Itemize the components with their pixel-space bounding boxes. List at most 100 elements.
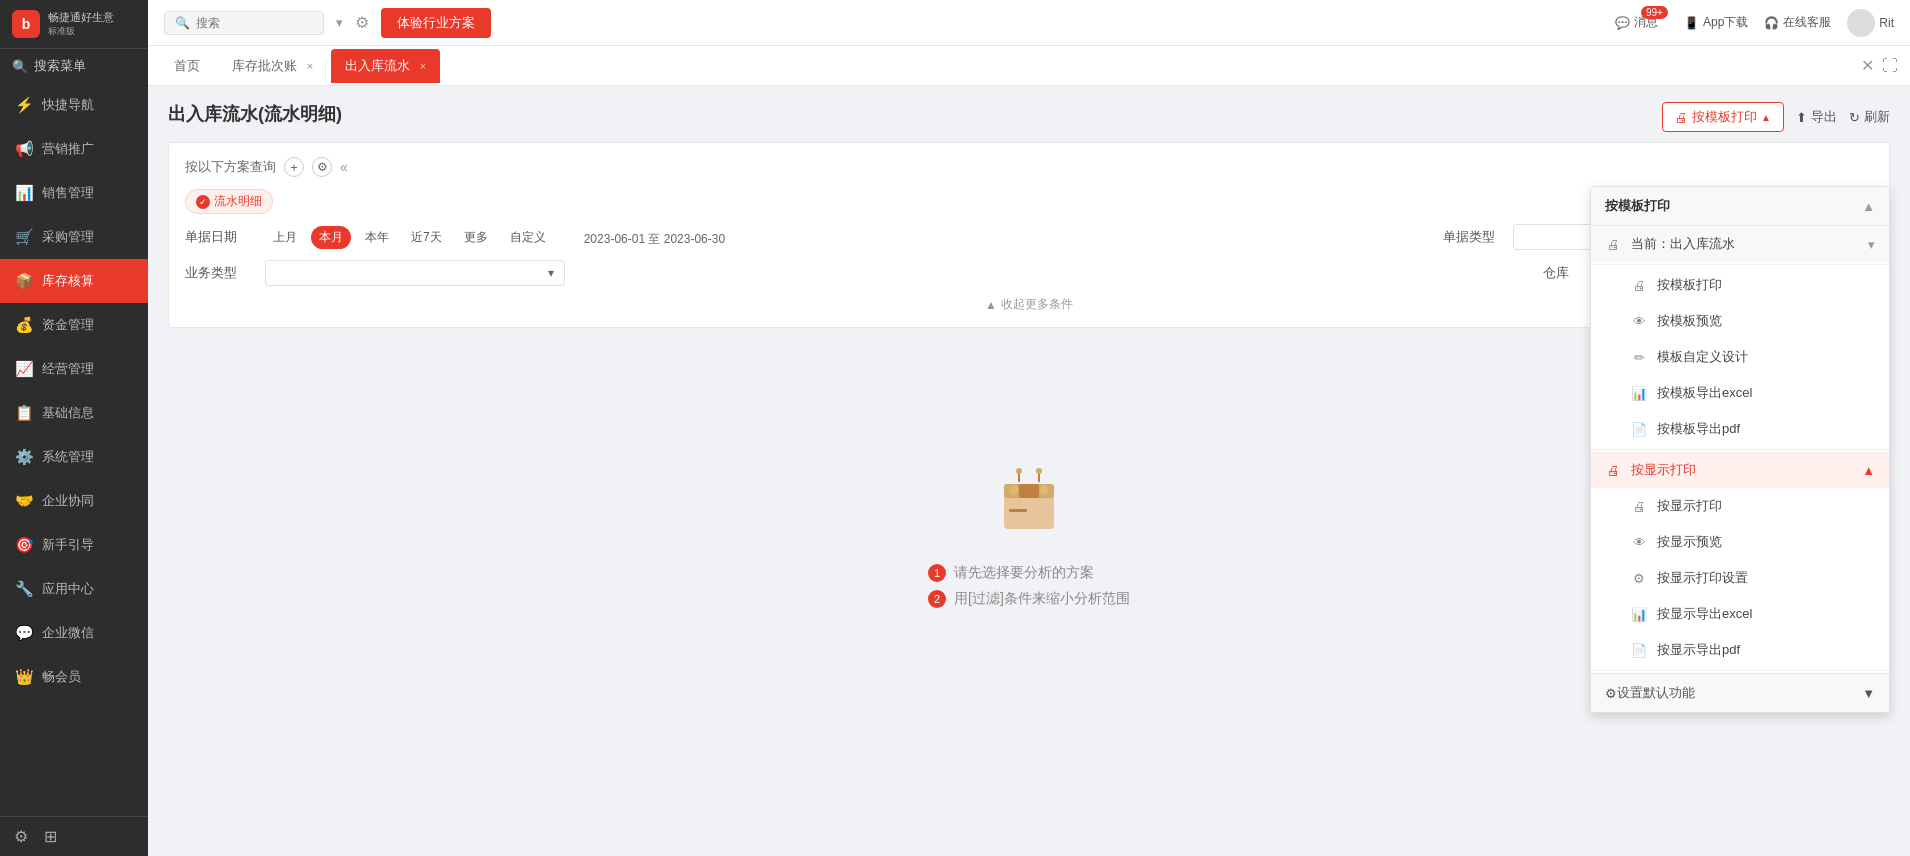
template-preview-icon: 👁 [1631, 313, 1647, 329]
collapse-icon: ▲ [985, 298, 997, 312]
topbar-search-icon: 🔍 [175, 16, 190, 30]
dropdown-item-display-export-excel[interactable]: 📊 按显示导出excel [1591, 596, 1889, 632]
topbar-search-box[interactable]: 🔍 [164, 11, 324, 35]
user-profile-btn[interactable]: Rit [1847, 9, 1894, 37]
dropdown-item-template-print[interactable]: 🖨 按模板打印 [1591, 267, 1889, 303]
sidebar-item-label: 采购管理 [42, 228, 94, 246]
dropdown-header-chevron[interactable]: ▲ [1862, 199, 1875, 214]
print-template-btn[interactable]: 🖨 按模板打印 ▲ [1662, 102, 1784, 132]
date-btn-custom[interactable]: 自定义 [502, 226, 554, 249]
sidebar-toggle-icon[interactable]: ⊞ [44, 827, 57, 846]
sidebar-item-sales[interactable]: 📊 销售管理 [0, 171, 148, 215]
refresh-btn[interactable]: ↻ 刷新 [1849, 108, 1890, 126]
dropdown-item-display-print[interactable]: 🖨 按显示打印 [1591, 488, 1889, 524]
template-export-excel-label: 按模板导出excel [1657, 384, 1752, 402]
dropdown-item-display-export-pdf[interactable]: 📄 按显示导出pdf [1591, 632, 1889, 668]
tab-home[interactable]: 首页 [160, 49, 214, 83]
display-print-section-icon: 🖨 [1605, 462, 1621, 478]
app-download-label: App下载 [1703, 14, 1748, 31]
app-logo: b 畅捷通好生意 标准版 [0, 0, 148, 49]
sidebar-item-purchase[interactable]: 🛒 采购管理 [0, 215, 148, 259]
dropdown-section-display-print[interactable]: 🖨 按显示打印 ▲ [1591, 452, 1889, 488]
dropdown-item-display-print-settings[interactable]: ⚙ 按显示打印设置 [1591, 560, 1889, 596]
online-service-icon: 🎧 [1764, 16, 1779, 30]
sidebar-item-finance[interactable]: 💰 资金管理 [0, 303, 148, 347]
filter-header: 按以下方案查询 + ⚙ « [185, 157, 1873, 177]
filter-add-btn[interactable]: + [284, 157, 304, 177]
sidebar-item-quick-nav[interactable]: ⚡ 快捷导航 [0, 83, 148, 127]
sidebar-item-collab[interactable]: 🤝 企业协同 [0, 479, 148, 523]
sidebar-item-label: 系统管理 [42, 448, 94, 466]
display-preview-icon: 👁 [1631, 534, 1647, 550]
empty-steps: 1 请先选择要分析的方案 2 用[过滤]条件来缩小分析范围 [928, 564, 1130, 616]
tab-close-icon[interactable]: ✕ [1861, 56, 1874, 75]
date-btn-last-month[interactable]: 上月 [265, 226, 305, 249]
display-print-icon: 🖨 [1631, 498, 1647, 514]
display-print-settings-label: 按显示打印设置 [1657, 569, 1748, 587]
sidebar-item-app-center[interactable]: 🔧 应用中心 [0, 567, 148, 611]
display-print-section-label: 按显示打印 [1631, 461, 1696, 479]
date-btn-this-year[interactable]: 本年 [357, 226, 397, 249]
tab-home-label: 首页 [174, 58, 200, 73]
filter-gear-btn[interactable]: ⚙ [312, 157, 332, 177]
topbar-search-input[interactable] [196, 16, 296, 30]
filter-collapse-btn[interactable]: « [340, 159, 348, 175]
template-custom-label: 模板自定义设计 [1657, 348, 1748, 366]
display-export-excel-icon: 📊 [1631, 606, 1647, 622]
sidebar-item-system[interactable]: ⚙️ 系统管理 [0, 435, 148, 479]
tab-batch-account-close[interactable]: × [307, 60, 313, 72]
page-actions: 🖨 按模板打印 ▲ ⬆ 导出 ↻ 刷新 [1662, 102, 1890, 132]
refresh-label: 刷新 [1864, 108, 1890, 126]
sidebar-item-operations[interactable]: 📈 经营管理 [0, 347, 148, 391]
date-btn-7days[interactable]: 近7天 [403, 226, 450, 249]
settings-bottom-icon[interactable]: ⚙ [14, 827, 28, 846]
guide-icon: 🎯 [14, 535, 34, 555]
sidebar-item-inventory[interactable]: 📦 库存核算 [0, 259, 148, 303]
membership-icon: 👑 [14, 667, 34, 687]
logo-icon: b [12, 10, 40, 38]
sidebar-item-membership[interactable]: 👑 畅会员 [0, 655, 148, 699]
current-template-icon: 🖨 [1605, 236, 1621, 252]
dropdown-item-template-preview[interactable]: 👁 按模板预览 [1591, 303, 1889, 339]
export-btn[interactable]: ⬆ 导出 [1796, 108, 1837, 126]
sidebar-item-wechat[interactable]: 💬 企业微信 [0, 611, 148, 655]
inventory-icon: 📦 [14, 271, 34, 291]
search-icon: 🔍 [12, 59, 28, 74]
biz-type-select[interactable]: ▾ [265, 260, 565, 286]
sidebar-item-label: 企业协同 [42, 492, 94, 510]
sales-icon: 📊 [14, 183, 34, 203]
app-download-btn[interactable]: 📱 App下载 [1684, 14, 1748, 31]
tab-flow[interactable]: 出入库流水 × [331, 49, 440, 83]
date-btn-this-month[interactable]: 本月 [311, 226, 351, 249]
date-btn-more[interactable]: 更多 [456, 226, 496, 249]
dropdown-item-template-export-excel[interactable]: 📊 按模板导出excel [1591, 375, 1889, 411]
divider-3 [1591, 670, 1889, 671]
date-filter-label: 单据日期 [185, 228, 245, 246]
refresh-icon: ↻ [1849, 110, 1860, 125]
collapse-conditions-btn[interactable]: ▲ 收起更多条件 [985, 296, 1073, 313]
svg-point-9 [1036, 468, 1042, 474]
tab-batch-account[interactable]: 库存批次账 × [218, 49, 327, 83]
sidebar: b 畅捷通好生意 标准版 🔍 搜索菜单 ⚡ 快捷导航 📢 营销推广 📊 销售管理… [0, 0, 148, 856]
biz-type-chevron: ▾ [548, 266, 554, 280]
collab-icon: 🤝 [14, 491, 34, 511]
dropdown-item-template-export-pdf[interactable]: 📄 按模板导出pdf [1591, 411, 1889, 447]
current-template-label: 当前：出入库流水 [1631, 235, 1735, 253]
sidebar-item-guide[interactable]: 🎯 新手引导 [0, 523, 148, 567]
message-btn[interactable]: 💬 消息 99+ [1615, 14, 1658, 31]
active-filter-tag[interactable]: ✓ 流水明细 [185, 189, 273, 214]
tab-flow-close[interactable]: × [420, 60, 426, 72]
dropdown-item-template-custom[interactable]: ✏ 模板自定义设计 [1591, 339, 1889, 375]
current-template-chevron[interactable]: ▾ [1868, 237, 1875, 252]
search-menu-item[interactable]: 🔍 搜索菜单 [0, 49, 148, 83]
tab-expand-icon[interactable]: ⛶ [1882, 57, 1898, 75]
online-service-btn[interactable]: 🎧 在线客服 [1764, 14, 1831, 31]
sidebar-item-marketing[interactable]: 📢 营销推广 [0, 127, 148, 171]
topbar-search-chevron[interactable]: ▾ [336, 15, 343, 30]
topbar-gear-icon[interactable]: ⚙ [355, 13, 369, 32]
dropdown-footer[interactable]: ⚙ 设置默认功能 ▼ [1591, 673, 1889, 712]
trial-btn[interactable]: 体验行业方案 [381, 8, 491, 38]
dropdown-item-display-preview[interactable]: 👁 按显示预览 [1591, 524, 1889, 560]
template-export-pdf-icon: 📄 [1631, 421, 1647, 437]
sidebar-item-basic-info[interactable]: 📋 基础信息 [0, 391, 148, 435]
